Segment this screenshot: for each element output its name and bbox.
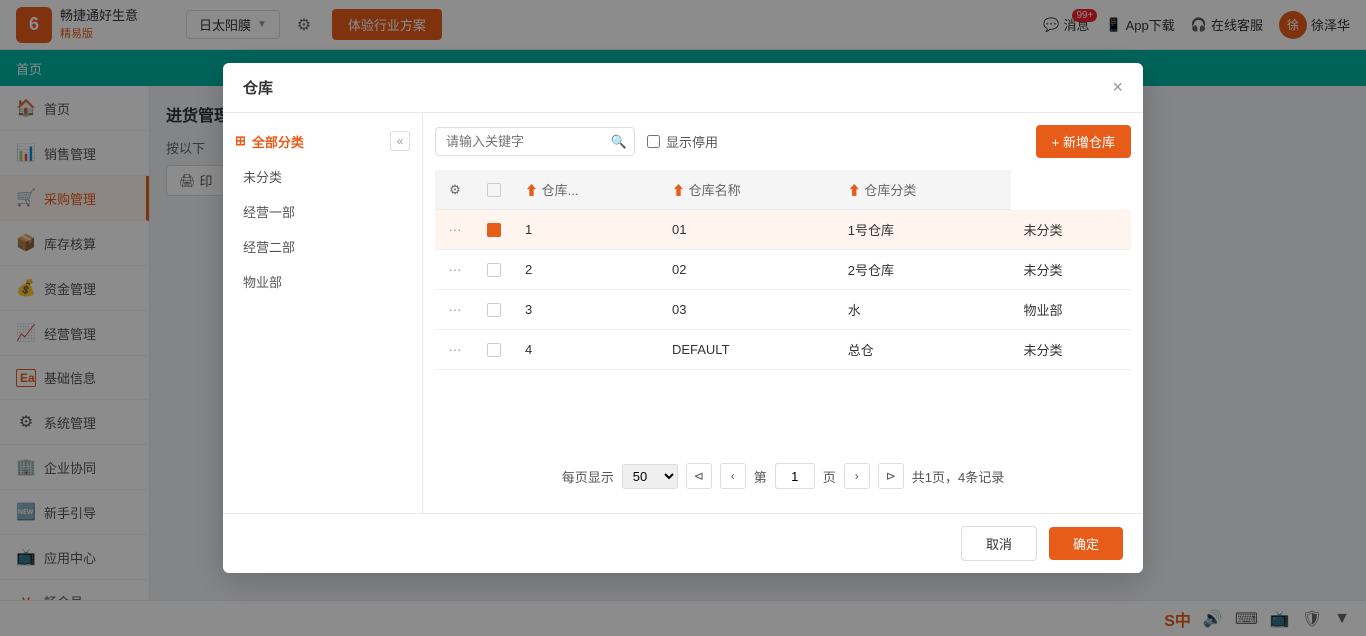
- category-item-ops1[interactable]: 经营一部: [223, 194, 422, 229]
- row-checkbox-3[interactable]: [487, 343, 501, 357]
- row-code-1: 02: [660, 250, 836, 290]
- table-row[interactable]: ··· 4 DEFAULT 总仓 未分类: [435, 330, 1131, 370]
- col-checkbox: [475, 170, 513, 210]
- row-more-icon: ···: [449, 302, 462, 317]
- row-name-1: 2号仓库: [836, 250, 1012, 290]
- page-suffix: 页: [823, 467, 836, 486]
- warehouse-modal: 仓库 × ⊞ 全部分类 « 未分类 经营一部: [223, 63, 1143, 573]
- row-more-icon: ···: [449, 222, 462, 237]
- row-check-1: [475, 250, 513, 290]
- all-categories-label: 全部分类: [252, 132, 304, 151]
- col-name-header[interactable]: ⬆ 仓库名称: [660, 170, 836, 210]
- row-settings-1[interactable]: ···: [435, 250, 475, 290]
- confirm-button[interactable]: 确定: [1049, 527, 1123, 560]
- row-checkbox-1[interactable]: [487, 263, 501, 277]
- category-item-property[interactable]: 物业部: [223, 264, 422, 299]
- add-warehouse-button[interactable]: + 新增仓库: [1036, 125, 1131, 158]
- row-settings-3[interactable]: ···: [435, 330, 475, 370]
- modal-body: ⊞ 全部分类 « 未分类 经营一部 经营二部 物业部: [223, 113, 1143, 513]
- row-more-icon: ···: [449, 262, 462, 277]
- modal-close-button[interactable]: ×: [1112, 77, 1123, 98]
- col-category-header[interactable]: ⬆ 仓库分类: [836, 170, 1012, 210]
- header-checkbox[interactable]: [487, 183, 501, 197]
- total-info: 共1页，4条记录: [912, 467, 1004, 486]
- row-num-2: 3: [513, 290, 660, 330]
- row-check-0: [475, 210, 513, 250]
- table-container: ⚙ ⬆ 仓库... ⬆: [435, 170, 1131, 451]
- row-name-0: 1号仓库: [836, 210, 1012, 250]
- row-category-1: 未分类: [1011, 250, 1131, 290]
- category-panel: ⊞ 全部分类 « 未分类 经营一部 经营二部 物业部: [223, 113, 423, 513]
- cancel-button[interactable]: 取消: [961, 526, 1037, 561]
- search-input[interactable]: [435, 127, 635, 156]
- category-item-ops2[interactable]: 经营二部: [223, 229, 422, 264]
- row-name-2: 水: [836, 290, 1012, 330]
- grid-icon: ⊞: [235, 133, 246, 149]
- category-item-unclassified[interactable]: 未分类: [223, 159, 422, 194]
- row-check-3: [475, 330, 513, 370]
- table-row[interactable]: ··· 1 01 1号仓库 未分类: [435, 210, 1131, 250]
- row-more-icon: ···: [449, 342, 462, 357]
- first-page-button[interactable]: ⊲: [686, 463, 712, 489]
- row-settings-2[interactable]: ···: [435, 290, 475, 330]
- pagination: 每页显示 50 20 100 ⊲ ‹ 第 页 › ⊳ 共1页，4条记录: [435, 451, 1131, 501]
- table-row[interactable]: ··· 2 02 2号仓库 未分类: [435, 250, 1131, 290]
- row-code-0: 01: [660, 210, 836, 250]
- row-category-2: 物业部: [1011, 290, 1131, 330]
- sort-icon: ⬆: [525, 183, 538, 198]
- row-num-1: 2: [513, 250, 660, 290]
- table-panel: 🔍 显示停用 + 新增仓库 ⚙: [423, 113, 1143, 513]
- modal-overlay: 仓库 × ⊞ 全部分类 « 未分类 经营一部: [0, 0, 1366, 636]
- modal-header: 仓库 ×: [223, 63, 1143, 113]
- col-settings[interactable]: ⚙: [435, 170, 475, 210]
- row-settings-0[interactable]: ···: [435, 210, 475, 250]
- table-head: ⚙ ⬆ 仓库... ⬆: [435, 170, 1131, 210]
- row-code-3: DEFAULT: [660, 330, 836, 370]
- page-label: 第: [754, 467, 767, 486]
- show-disabled-checkbox[interactable]: [647, 135, 660, 148]
- warehouse-table: ⚙ ⬆ 仓库... ⬆: [435, 170, 1131, 370]
- per-page-select[interactable]: 50 20 100: [622, 464, 678, 489]
- row-checkbox-2[interactable]: [487, 303, 501, 317]
- row-num-3: 4: [513, 330, 660, 370]
- search-bar: 🔍 显示停用 + 新增仓库: [435, 125, 1131, 158]
- row-name-3: 总仓: [836, 330, 1012, 370]
- next-page-button[interactable]: ›: [844, 463, 870, 489]
- modal-title: 仓库: [243, 77, 273, 98]
- row-category-3: 未分类: [1011, 330, 1131, 370]
- table-header-row: ⚙ ⬆ 仓库... ⬆: [435, 170, 1131, 210]
- sort-icon-name: ⬆: [672, 183, 685, 198]
- settings-icon: ⚙: [449, 182, 461, 197]
- row-checkbox-0[interactable]: [487, 223, 501, 237]
- show-disabled-label[interactable]: 显示停用: [647, 132, 718, 151]
- col-code-header[interactable]: ⬆ 仓库...: [513, 170, 660, 210]
- last-page-button[interactable]: ⊳: [878, 463, 904, 489]
- collapse-button[interactable]: «: [390, 131, 410, 151]
- search-input-wrap: 🔍: [435, 127, 635, 156]
- all-categories-button[interactable]: ⊞ 全部分类: [235, 132, 304, 151]
- category-header: ⊞ 全部分类 «: [223, 123, 422, 159]
- prev-page-button[interactable]: ‹: [720, 463, 746, 489]
- search-icon[interactable]: 🔍: [611, 134, 627, 150]
- row-num-0: 1: [513, 210, 660, 250]
- table-row[interactable]: ··· 3 03 水 物业部: [435, 290, 1131, 330]
- row-category-0: 未分类: [1011, 210, 1131, 250]
- sort-icon-cat: ⬆: [848, 183, 861, 198]
- row-code-2: 03: [660, 290, 836, 330]
- table-body: ··· 1 01 1号仓库 未分类 ··· 2 02 2号仓库 未分类 ···: [435, 210, 1131, 370]
- row-check-2: [475, 290, 513, 330]
- per-page-label: 每页显示: [562, 467, 614, 486]
- page-number-input[interactable]: [775, 463, 815, 489]
- modal-footer: 取消 确定: [223, 513, 1143, 573]
